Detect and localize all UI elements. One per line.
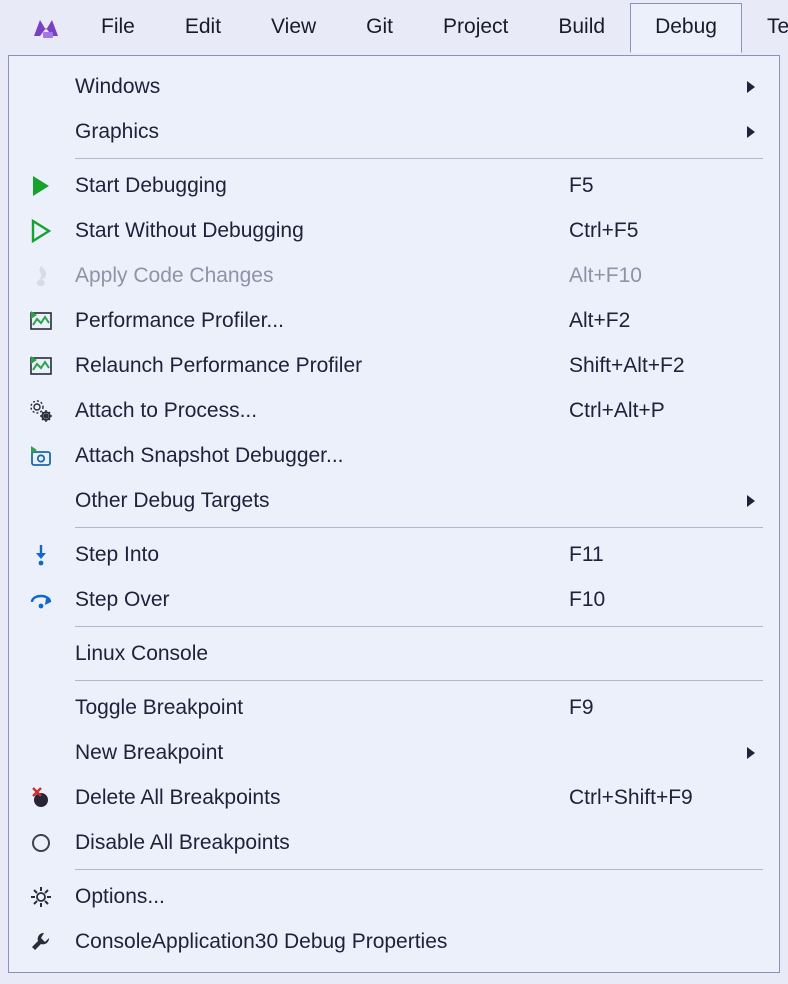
menu-item-label: Windows xyxy=(57,75,569,99)
menu-item[interactable]: Relaunch Performance ProfilerShift+Alt+F… xyxy=(9,343,779,388)
menu-item-shortcut: Ctrl+Shift+F9 xyxy=(569,786,739,810)
menu-item-shortcut: Ctrl+Alt+P xyxy=(569,399,739,423)
wrench-icon xyxy=(25,930,57,954)
submenu-arrow-icon xyxy=(739,495,763,507)
menu-item-shortcut: F5 xyxy=(569,174,739,198)
menu-item[interactable]: Toggle BreakpointF9 xyxy=(9,685,779,730)
menu-separator xyxy=(75,158,763,159)
menu-item-shortcut: Alt+F10 xyxy=(569,264,739,288)
menu-item[interactable]: Other Debug Targets xyxy=(9,478,779,523)
menu-item-label: Step Into xyxy=(57,543,569,567)
gear-attach-icon xyxy=(25,399,57,423)
debug-dropdown: WindowsGraphicsStart DebuggingF5Start Wi… xyxy=(8,55,780,973)
menu-view[interactable]: View xyxy=(246,3,341,52)
menu-item[interactable]: Delete All BreakpointsCtrl+Shift+F9 xyxy=(9,775,779,820)
menu-item-shortcut: Shift+Alt+F2 xyxy=(569,354,739,378)
menu-separator xyxy=(75,680,763,681)
menu-item-shortcut: F9 xyxy=(569,696,739,720)
menu-item-label: Attach Snapshot Debugger... xyxy=(57,444,569,468)
gear-icon xyxy=(25,885,57,909)
menu-file[interactable]: File xyxy=(76,3,160,52)
menu-item-label: Graphics xyxy=(57,120,569,144)
menu-item[interactable]: Windows xyxy=(9,64,779,109)
app-logo-icon xyxy=(32,13,60,43)
menu-item-label: Toggle Breakpoint xyxy=(57,696,569,720)
menu-item-shortcut: F10 xyxy=(569,588,739,612)
menu-item[interactable]: Graphics xyxy=(9,109,779,154)
submenu-arrow-icon xyxy=(739,81,763,93)
profiler-icon xyxy=(25,309,57,333)
menu-item[interactable]: Start DebuggingF5 xyxy=(9,163,779,208)
menu-separator xyxy=(75,626,763,627)
camera-icon xyxy=(25,444,57,468)
step-into-icon xyxy=(25,543,57,567)
menu-item-label: ConsoleApplication30 Debug Properties xyxy=(57,930,569,954)
menu-item-label: Start Without Debugging xyxy=(57,219,569,243)
menu-item-label: Disable All Breakpoints xyxy=(57,831,569,855)
menu-item-label: Linux Console xyxy=(57,642,569,666)
menu-item-label: Other Debug Targets xyxy=(57,489,569,513)
menu-item-shortcut: Alt+F2 xyxy=(569,309,739,333)
menu-item[interactable]: Performance Profiler...Alt+F2 xyxy=(9,298,779,343)
menu-item-label: Relaunch Performance Profiler xyxy=(57,354,569,378)
step-over-icon xyxy=(25,588,57,612)
menu-item-label: Start Debugging xyxy=(57,174,569,198)
menu-separator xyxy=(75,527,763,528)
menu-item[interactable]: Start Without DebuggingCtrl+F5 xyxy=(9,208,779,253)
play-solid-icon xyxy=(25,174,57,198)
menu-item[interactable]: Step OverF10 xyxy=(9,577,779,622)
flame-icon xyxy=(25,264,57,288)
menu-item[interactable]: Attach Snapshot Debugger... xyxy=(9,433,779,478)
profiler-icon xyxy=(25,354,57,378)
menu-item-label: Attach to Process... xyxy=(57,399,569,423)
menu-item-label: Delete All Breakpoints xyxy=(57,786,569,810)
menu-build[interactable]: Build xyxy=(533,3,630,52)
menubar: File Edit View Git Project Build Debug T… xyxy=(0,0,788,56)
bp-delete-icon xyxy=(25,786,57,810)
bp-disable-icon xyxy=(25,831,57,855)
menu-separator xyxy=(75,869,763,870)
menu-item[interactable]: ConsoleApplication30 Debug Properties xyxy=(9,919,779,964)
menu-item-shortcut: Ctrl+F5 xyxy=(569,219,739,243)
menu-project[interactable]: Project xyxy=(418,3,533,52)
menu-item[interactable]: Linux Console xyxy=(9,631,779,676)
menu-git[interactable]: Git xyxy=(341,3,418,52)
menu-item-label: New Breakpoint xyxy=(57,741,569,765)
menu-item[interactable]: New Breakpoint xyxy=(9,730,779,775)
menu-item[interactable]: Step IntoF11 xyxy=(9,532,779,577)
submenu-arrow-icon xyxy=(739,747,763,759)
menu-item-label: Apply Code Changes xyxy=(57,264,569,288)
menu-item-label: Step Over xyxy=(57,588,569,612)
play-outline-icon xyxy=(25,219,57,243)
menu-item: Apply Code ChangesAlt+F10 xyxy=(9,253,779,298)
menu-item-shortcut: F11 xyxy=(569,543,739,567)
menu-edit[interactable]: Edit xyxy=(160,3,246,52)
menu-debug[interactable]: Debug xyxy=(630,3,742,52)
menu-item[interactable]: Attach to Process...Ctrl+Alt+P xyxy=(9,388,779,433)
submenu-arrow-icon xyxy=(739,126,763,138)
menu-item-label: Performance Profiler... xyxy=(57,309,569,333)
menu-test[interactable]: Tes xyxy=(742,3,788,52)
menu-item[interactable]: Disable All Breakpoints xyxy=(9,820,779,865)
menu-item-label: Options... xyxy=(57,885,569,909)
menu-item[interactable]: Options... xyxy=(9,874,779,919)
